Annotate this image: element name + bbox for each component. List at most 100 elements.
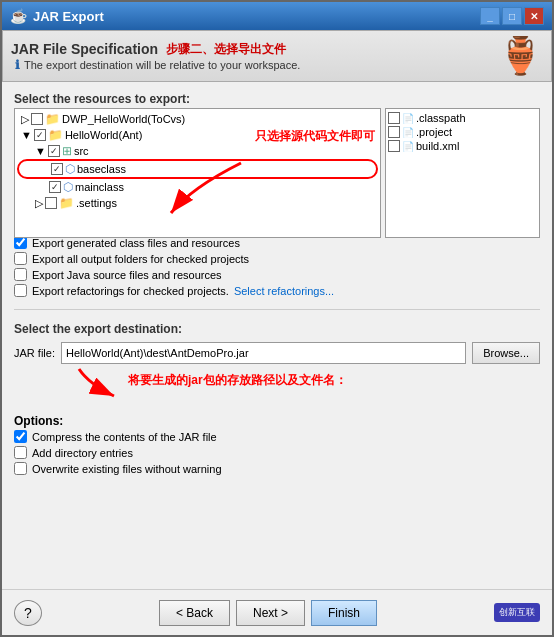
option-compress[interactable]: Compress the contents of the JAR file bbox=[14, 430, 540, 443]
label-hw: HelloWorld(Ant) bbox=[65, 129, 142, 141]
tree-item-dwp[interactable]: ▷ 📁 DWP_HelloWorld(ToCvs) bbox=[17, 111, 378, 127]
info-text: The export destination will be relative … bbox=[24, 59, 300, 71]
bottom-bar: ? < Back Next > Finish 创新互联 bbox=[2, 589, 552, 635]
back-button[interactable]: < Back bbox=[159, 600, 230, 626]
checkbox-java-src[interactable] bbox=[14, 268, 27, 281]
label-project: .project bbox=[416, 126, 452, 138]
expand-icon-hw: ▼ bbox=[21, 129, 32, 141]
option-overwrite[interactable]: Overwrite existing files without warning bbox=[14, 462, 540, 475]
package-icon-baseclass: ⬡ bbox=[65, 162, 75, 176]
option-dir-entries[interactable]: Add directory entries bbox=[14, 446, 540, 459]
select-refactorings-link[interactable]: Select refactorings... bbox=[234, 285, 334, 297]
right-item-classpath[interactable]: 📄 .classpath bbox=[388, 111, 537, 125]
file-icon-classpath: 📄 bbox=[402, 113, 414, 124]
source-icon-src: ⊞ bbox=[62, 144, 72, 158]
label-mainclass: mainclass bbox=[75, 181, 124, 193]
jar-options: Options: Compress the contents of the JA… bbox=[14, 412, 540, 475]
folder-icon-dwp: 📁 bbox=[45, 112, 60, 126]
label-baseclass: baseclass bbox=[77, 163, 126, 175]
expand-icon-settings: ▷ bbox=[35, 197, 43, 210]
right-panel[interactable]: 📄 .classpath 📄 .project 📄 build.xml bbox=[385, 108, 540, 238]
jar-export-window: ☕ JAR Export _ □ ✕ JAR File Specificatio… bbox=[0, 0, 554, 637]
tree-item-settings[interactable]: ▷ 📁 .settings bbox=[17, 195, 378, 211]
label-dir-entries: Add directory entries bbox=[32, 447, 133, 459]
option-refactor[interactable]: Export refactorings for checked projects… bbox=[14, 284, 540, 297]
tree-item-hw[interactable]: ▼ ✓ 📁 HelloWorld(Ant) bbox=[17, 127, 378, 143]
checkbox-buildxml[interactable] bbox=[388, 140, 400, 152]
label-settings: .settings bbox=[76, 197, 117, 209]
maximize-button[interactable]: □ bbox=[502, 7, 522, 25]
label-dwp: DWP_HelloWorld(ToCvs) bbox=[62, 113, 185, 125]
file-icon-project: 📄 bbox=[402, 127, 414, 138]
checkbox-mainclass[interactable]: ✓ bbox=[49, 181, 61, 193]
folder-icon-hw: 📁 bbox=[48, 128, 63, 142]
label-java-src: Export Java source files and resources bbox=[32, 269, 222, 281]
jar-icon: 🏺 bbox=[498, 35, 543, 77]
checkbox-overwrite[interactable] bbox=[14, 462, 27, 475]
window-icon: ☕ bbox=[10, 8, 27, 24]
right-item-project[interactable]: 📄 .project bbox=[388, 125, 537, 139]
right-item-buildxml[interactable]: 📄 build.xml bbox=[388, 139, 537, 153]
label-buildxml: build.xml bbox=[416, 140, 459, 152]
finish-button[interactable]: Finish bbox=[311, 600, 377, 626]
checkbox-dwp[interactable] bbox=[31, 113, 43, 125]
info-icon: ℹ bbox=[15, 58, 20, 72]
jar-file-input[interactable] bbox=[61, 342, 466, 364]
browse-button[interactable]: Browse... bbox=[472, 342, 540, 364]
expand-icon-src: ▼ bbox=[35, 145, 46, 157]
tree-item-baseclass[interactable]: ✓ ⬡ baseclass bbox=[17, 159, 378, 179]
section-title: JAR File Specification bbox=[11, 41, 158, 57]
section-subtitle: 步骤二、选择导出文件 bbox=[166, 41, 286, 58]
window-controls: _ □ ✕ bbox=[480, 7, 544, 25]
destination-section: Select the export destination: JAR file:… bbox=[14, 322, 540, 404]
tree-panel[interactable]: ▷ 📁 DWP_HelloWorld(ToCvs) ▼ ✓ 📁 HelloWor… bbox=[14, 108, 381, 238]
label-src: src bbox=[74, 145, 89, 157]
option-all-output[interactable]: Export all output folders for checked pr… bbox=[14, 252, 540, 265]
checkbox-project[interactable] bbox=[388, 126, 400, 138]
label-classpath: .classpath bbox=[416, 112, 466, 124]
label-all-output: Export all output folders for checked pr… bbox=[32, 253, 249, 265]
resources-panels: ▷ 📁 DWP_HelloWorld(ToCvs) ▼ ✓ 📁 HelloWor… bbox=[14, 108, 540, 238]
label-refactor: Export refactorings for checked projects… bbox=[32, 285, 229, 297]
package-icon-mainclass: ⬡ bbox=[63, 180, 73, 194]
next-button[interactable]: Next > bbox=[236, 600, 305, 626]
jar-file-label: JAR file: bbox=[14, 347, 55, 359]
label-overwrite: Overwrite existing files without warning bbox=[32, 463, 222, 475]
folder-icon-settings: 📁 bbox=[59, 196, 74, 210]
checkbox-settings[interactable] bbox=[45, 197, 57, 209]
separator1 bbox=[14, 309, 540, 310]
watermark: 创新互联 bbox=[494, 603, 540, 622]
nav-buttons: < Back Next > Finish bbox=[159, 600, 377, 626]
checkbox-baseclass[interactable]: ✓ bbox=[51, 163, 63, 175]
dest-row: JAR file: Browse... bbox=[14, 342, 540, 364]
main-content: Select the resources to export: ▷ 📁 DWP_… bbox=[2, 82, 552, 589]
annotation-dest: 将要生成的jar包的存放路径以及文件名： bbox=[128, 372, 347, 389]
checkbox-compress[interactable] bbox=[14, 430, 27, 443]
checkbox-all-output[interactable] bbox=[14, 252, 27, 265]
resources-label: Select the resources to export: bbox=[14, 92, 540, 106]
jar-options-list: Compress the contents of the JAR file Ad… bbox=[14, 430, 540, 475]
minimize-button[interactable]: _ bbox=[480, 7, 500, 25]
section-header: JAR File Specification 步骤二、选择导出文件 ℹ The … bbox=[2, 30, 552, 82]
export-options: Export generated class files and resourc… bbox=[14, 236, 540, 297]
title-bar: ☕ JAR Export _ □ ✕ bbox=[2, 2, 552, 30]
close-button[interactable]: ✕ bbox=[524, 7, 544, 25]
info-row: ℹ The export destination will be relativ… bbox=[11, 58, 490, 72]
tree-item-src[interactable]: ▼ ✓ ⊞ src bbox=[17, 143, 378, 159]
option-java-src[interactable]: Export Java source files and resources bbox=[14, 268, 540, 281]
checkbox-classpath[interactable] bbox=[388, 112, 400, 124]
tree-item-mainclass[interactable]: ✓ ⬡ mainclass bbox=[17, 179, 378, 195]
file-icon-buildxml: 📄 bbox=[402, 141, 414, 152]
resources-section: Select the resources to export: ▷ 📁 DWP_… bbox=[14, 92, 540, 138]
dest-label: Select the export destination: bbox=[14, 322, 540, 336]
expand-icon: ▷ bbox=[21, 113, 29, 126]
checkbox-refactor[interactable] bbox=[14, 284, 27, 297]
label-compress: Compress the contents of the JAR file bbox=[32, 431, 217, 443]
checkbox-hw[interactable]: ✓ bbox=[34, 129, 46, 141]
help-button[interactable]: ? bbox=[14, 600, 42, 626]
window-title: JAR Export bbox=[33, 9, 480, 24]
jar-options-label: Options: bbox=[14, 414, 540, 428]
label-gen-class: Export generated class files and resourc… bbox=[32, 237, 240, 249]
checkbox-dir-entries[interactable] bbox=[14, 446, 27, 459]
checkbox-src[interactable]: ✓ bbox=[48, 145, 60, 157]
